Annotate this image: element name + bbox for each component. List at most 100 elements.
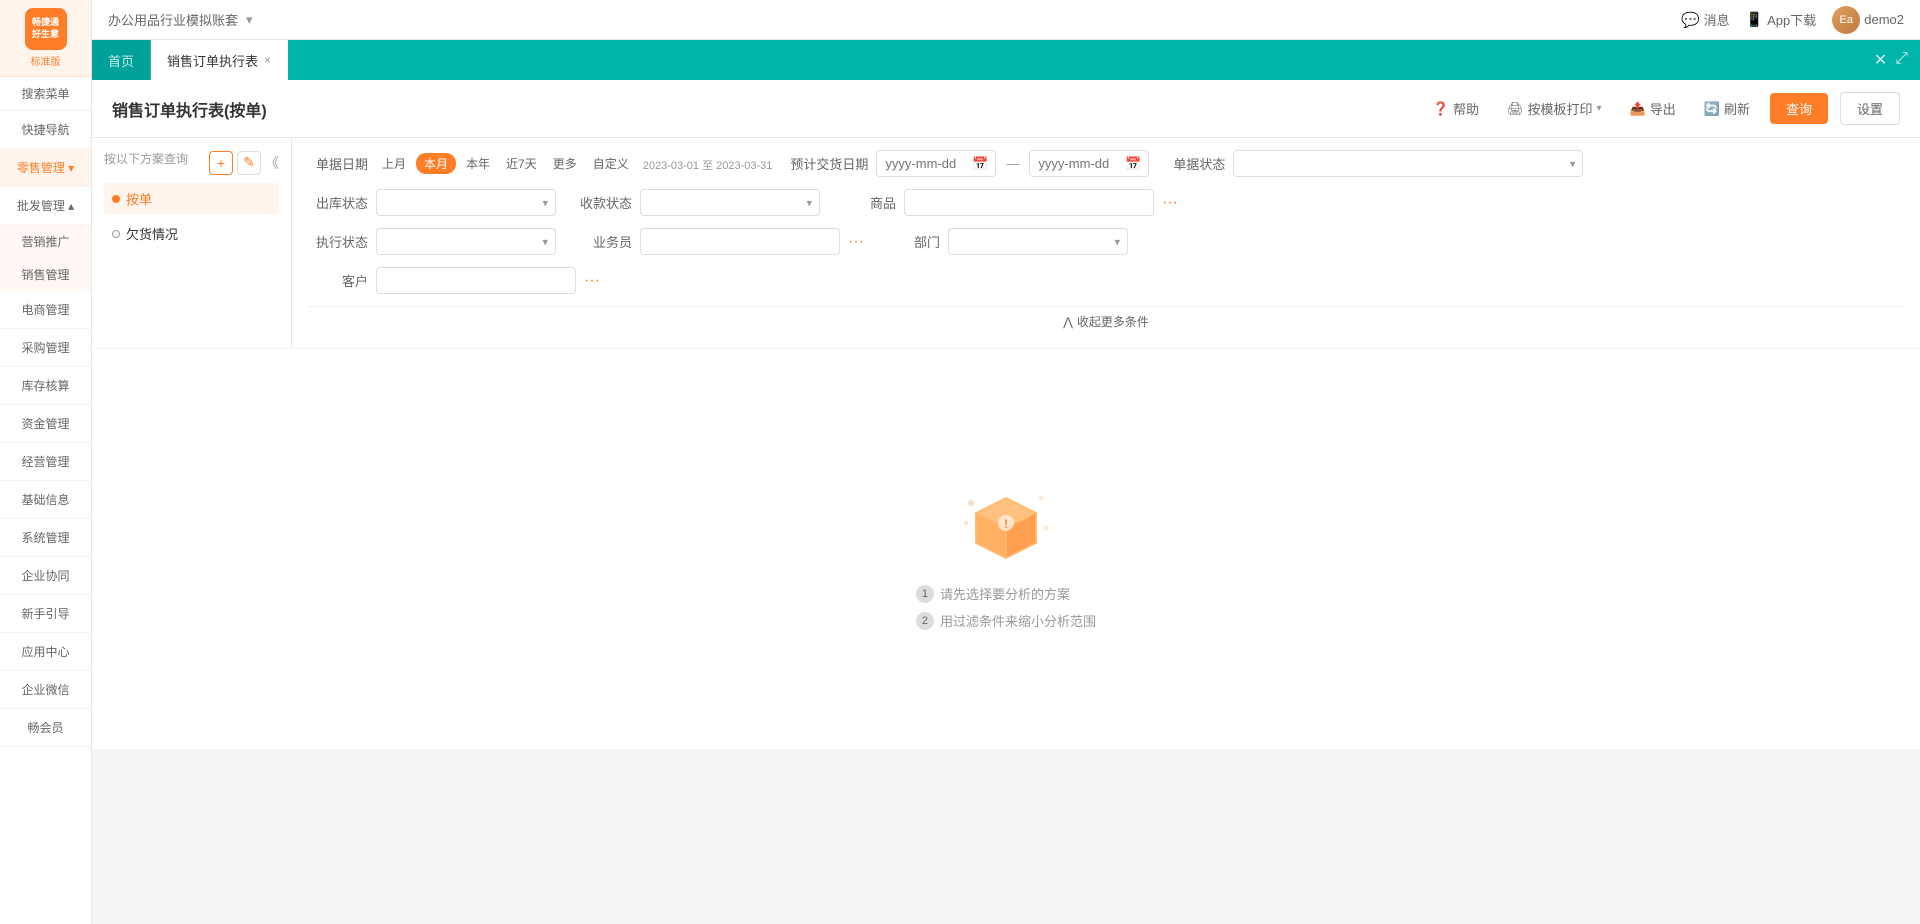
tab-active[interactable]: 销售订单执行表 × (151, 40, 288, 80)
sidebar-item-basic-info[interactable]: 基础信息 (0, 481, 91, 519)
page-actions: ❓ 帮助 🖨 按模板打印 ▾ 📤 导出 🔄 刷新 查询 设置 (1425, 92, 1900, 125)
sidebar-item-quick-nav[interactable]: 快捷导航 (0, 111, 91, 149)
sidebar-item-app-center[interactable]: 应用中心 (0, 633, 91, 671)
print-icon: 🖨 (1507, 101, 1524, 117)
filter-left: 按以下方案查询 + ✎ 《 按单 (92, 138, 292, 348)
expected-date-end-input[interactable] (1029, 150, 1149, 177)
tab-expand-button[interactable]: ✕ ⤢ (1862, 40, 1920, 80)
page-header: 销售订单执行表(按单) ❓ 帮助 🖨 按模板打印 ▾ 📤 导出 🔄 刷新 (92, 80, 1920, 138)
filter-row-4: 客户 ··· (308, 267, 1904, 294)
filter-salesperson-field: 业务员 ··· (572, 228, 864, 255)
export-button[interactable]: 📤 导出 (1622, 95, 1684, 122)
sidebar-item-system[interactable]: 系统管理 (0, 519, 91, 557)
expected-date-start-input[interactable] (876, 150, 996, 177)
edit-scheme-button[interactable]: ✎ (237, 151, 261, 175)
date-preset-more[interactable]: 更多 (547, 153, 583, 174)
collapse-conditions-button[interactable]: ⋀ 收起更多条件 (308, 306, 1904, 336)
sidebar: 畅捷通好生意 标准版 搜索菜单 快捷导航 零售管理 ▾ 批发管理 ▴ 营销推广 … (0, 0, 92, 924)
goods-input[interactable] (904, 189, 1154, 216)
date-range: 2023-03-01 至 2023-03-31 (643, 155, 773, 173)
filter-row-3: 执行状态 执行中 已完成 业务员 (308, 228, 1904, 255)
sidebar-logo: 畅捷通好生意 标准版 (0, 0, 91, 77)
corp-wechat-label: 企业微信 (4, 681, 87, 698)
sidebar-item-inventory[interactable]: 库存核算 (0, 367, 91, 405)
exec-select[interactable]: 执行中 已完成 (376, 228, 556, 255)
date-preset-this-month[interactable]: 本月 (416, 153, 456, 174)
breadcrumb-arrow: ▾ (246, 12, 253, 28)
query-button[interactable]: 查询 (1770, 93, 1828, 124)
user-menu[interactable]: Ea demo2 (1832, 6, 1904, 34)
date-range-text: 2023-03-01 至 2023-03-31 (643, 157, 773, 173)
empty-tip-2: 2 用过滤条件来缩小分析范围 (916, 611, 1096, 630)
sidebar-search[interactable]: 搜索菜单 (0, 77, 91, 111)
salesperson-input[interactable] (640, 228, 840, 255)
outbound-select[interactable]: 已出库 部分出库 未出库 (376, 189, 556, 216)
tab-home[interactable]: 首页 (92, 40, 151, 80)
quick-nav-label: 快捷导航 (4, 121, 87, 138)
app-center-label: 应用中心 (4, 643, 87, 660)
sidebar-item-sales-mgmt[interactable]: 销售管理 (0, 258, 91, 291)
filter-layout: 按以下方案查询 + ✎ 《 按单 (92, 138, 1920, 348)
retail-label: 零售管理 ▾ (4, 159, 87, 176)
inventory-label: 库存核算 (4, 377, 87, 394)
outbound-label: 出库状态 (308, 193, 368, 212)
collapse-left-button[interactable]: 《 (265, 151, 279, 175)
dept-select[interactable] (948, 228, 1128, 255)
filter-scheme-按单[interactable]: 按单 (104, 183, 279, 214)
sidebar-item-finance[interactable]: 资金管理 (0, 405, 91, 443)
tab-close-button[interactable]: × (264, 53, 271, 67)
help-button[interactable]: ❓ 帮助 (1425, 95, 1487, 122)
help-label: 帮助 (1453, 99, 1479, 118)
status-select-wrapper: 待审核 已审核 已完成 (1233, 150, 1583, 177)
dept-label: 部门 (880, 232, 940, 251)
tip-text-1: 请先选择要分析的方案 (940, 584, 1070, 603)
app-download-button[interactable]: 📱 App下载 (1746, 10, 1817, 29)
date-preset-7days[interactable]: 近7天 (500, 153, 543, 174)
date-preset-last-month[interactable]: 上月 (376, 153, 412, 174)
sidebar-item-wholesale[interactable]: 批发管理 ▴ (0, 187, 91, 225)
filter-area: 按以下方案查询 + ✎ 《 按单 (92, 138, 1920, 348)
date-preset-this-year[interactable]: 本年 (460, 153, 496, 174)
sidebar-item-corp-collab[interactable]: 企业协同 (0, 557, 91, 595)
empty-tip-1: 1 请先选择要分析的方案 (916, 584, 1096, 603)
sidebar-item-member[interactable]: 畅会员 (0, 709, 91, 747)
filter-status-field: 单据状态 待审核 已审核 已完成 (1165, 150, 1583, 177)
goods-more-button[interactable]: ··· (1162, 194, 1178, 212)
salesperson-more-button[interactable]: ··· (848, 233, 864, 251)
sidebar-item-ecommerce[interactable]: 电商管理 (0, 291, 91, 329)
sidebar-item-new-guide[interactable]: 新手引导 (0, 595, 91, 633)
expected-date-label: 预计交货日期 (788, 154, 868, 173)
settings-button[interactable]: 设置 (1840, 92, 1900, 125)
goods-label: 商品 (836, 193, 896, 212)
sidebar-item-retail[interactable]: 零售管理 ▾ (0, 149, 91, 187)
print-arrow: ▾ (1597, 103, 1602, 114)
customer-input[interactable] (376, 267, 576, 294)
payment-select[interactable]: 已收款 部分收款 未收款 (640, 189, 820, 216)
filter-row-2: 出库状态 已出库 部分出库 未出库 收款状态 (308, 189, 1904, 216)
add-scheme-button[interactable]: + (209, 151, 233, 175)
close-window-icon[interactable]: ✕ (1874, 50, 1887, 70)
app-logo-text: 标准版 (31, 53, 61, 68)
sidebar-item-operations[interactable]: 经营管理 (0, 443, 91, 481)
tip-text-2: 用过滤条件来缩小分析范围 (940, 611, 1096, 630)
breadcrumb[interactable]: 办公用品行业模拟账套 ▾ (108, 10, 253, 29)
export-label: 导出 (1650, 99, 1676, 118)
sidebar-item-corp-wechat[interactable]: 企业微信 (0, 671, 91, 709)
date-preset-custom[interactable]: 自定义 (587, 153, 635, 174)
customer-label: 客户 (308, 271, 368, 290)
print-button[interactable]: 🖨 按模板打印 ▾ (1499, 95, 1610, 122)
sidebar-item-purchase[interactable]: 采购管理 (0, 329, 91, 367)
sidebar-item-marketing[interactable]: 营销推广 (0, 225, 91, 258)
status-select[interactable]: 待审核 已审核 已完成 (1233, 150, 1583, 177)
refresh-button[interactable]: 🔄 刷新 (1696, 95, 1758, 122)
maximize-window-icon[interactable]: ⤢ (1895, 50, 1908, 70)
message-button[interactable]: 💬 消息 (1681, 10, 1730, 29)
collapse-icon: ⋀ (1063, 315, 1073, 329)
tab-bar: 首页 销售订单执行表 × ✕ ⤢ (92, 40, 1920, 80)
top-header: 办公用品行业模拟账套 ▾ 💬 消息 📱 App下载 Ea demo2 (92, 0, 1920, 40)
refresh-label: 刷新 (1724, 99, 1750, 118)
empty-state: ! 1 请先选择要分析的方案 2 用过滤条件来缩小分析范围 (916, 408, 1096, 690)
customer-more-button[interactable]: ··· (584, 272, 600, 290)
filter-scheme-欠货情况[interactable]: 欠货情况 (104, 218, 279, 249)
exec-select-wrapper: 执行中 已完成 (376, 228, 556, 255)
